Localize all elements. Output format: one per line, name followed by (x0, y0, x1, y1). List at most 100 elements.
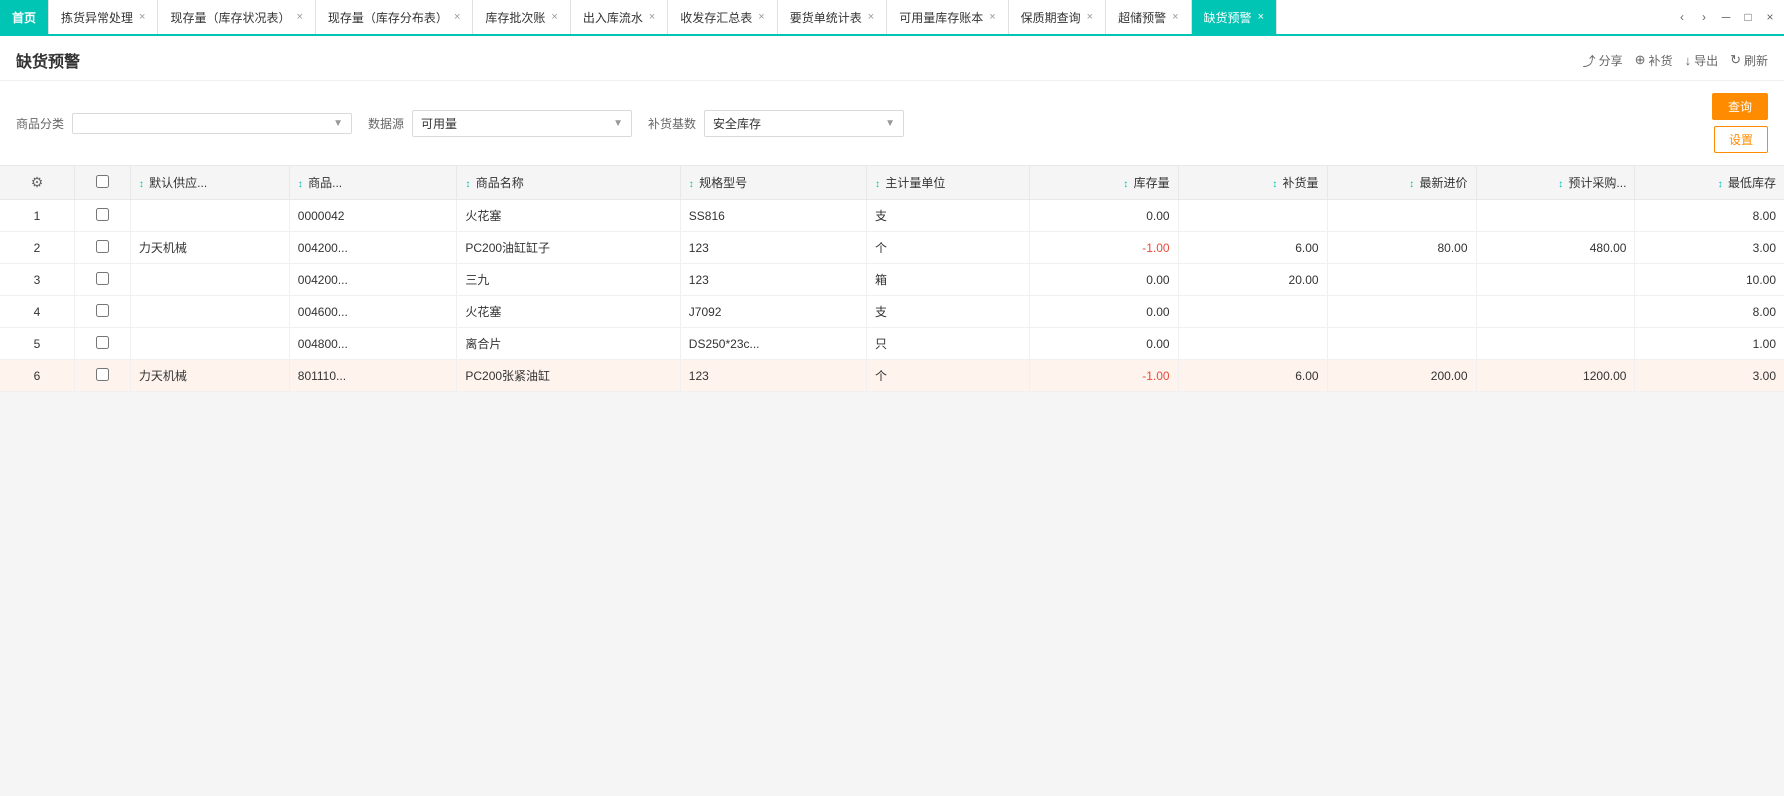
row-checkbox[interactable] (96, 304, 109, 317)
replenish-base-select[interactable]: 安全库存 ▼ (704, 110, 904, 137)
export-action[interactable]: ↓ 导出 (1685, 52, 1719, 69)
category-filter-label: 商品分类 (16, 115, 64, 132)
col-header-code[interactable]: ↕ 商品... (289, 166, 457, 200)
cell-checkbox[interactable] (74, 232, 130, 264)
col-header-latest-price[interactable]: ↕ 最新进价 (1327, 166, 1476, 200)
col-header-est-purchase[interactable]: ↕ 预计采购... (1476, 166, 1635, 200)
tab-batch-account-close[interactable]: × (551, 11, 557, 23)
cell-unit: 支 (866, 296, 1029, 328)
tab-exception-close[interactable]: × (139, 11, 145, 23)
cell-stock: 0.00 (1029, 328, 1178, 360)
tab-shortage-warn-close[interactable]: × (1258, 11, 1264, 23)
row-checkbox[interactable] (96, 208, 109, 221)
cell-code: 801110... (289, 360, 457, 392)
tab-demand-stats[interactable]: 要货单统计表 × (778, 0, 887, 34)
query-button[interactable]: 查询 (1712, 93, 1768, 120)
cell-code: 004800... (289, 328, 457, 360)
cell-spec: SS816 (680, 200, 866, 232)
tab-expiry-query[interactable]: 保质期查询 × (1009, 0, 1106, 34)
col-header-unit[interactable]: ↕ 主计量单位 (866, 166, 1029, 200)
sort-replenish-icon: ↕ (1272, 179, 1277, 190)
col-header-min-stock[interactable]: ↕ 最低库存 (1635, 166, 1784, 200)
refresh-action[interactable]: ↻ 刷新 (1730, 52, 1768, 69)
cell-name: 火花塞 (457, 200, 680, 232)
datasource-filter-label: 数据源 (368, 115, 404, 132)
tab-available-ledger-close[interactable]: × (989, 11, 995, 23)
filter-actions: 查询 设置 (1712, 93, 1768, 153)
row-checkbox[interactable] (96, 368, 109, 381)
tab-overstock-warn-close[interactable]: × (1172, 11, 1178, 23)
tab-collect-summary-close[interactable]: × (758, 11, 764, 23)
tab-stock-status[interactable]: 现存量（库存状况表） × (158, 0, 315, 34)
tab-bar: 首页 拣货异常处理 × 现存量（库存状况表） × 现存量（库存分布表） × 库存… (0, 0, 1784, 36)
refresh-icon: ↻ (1730, 52, 1741, 68)
tab-exception-label: 拣货异常处理 (61, 9, 133, 26)
cell-code: 004200... (289, 264, 457, 296)
tab-expiry-query-close[interactable]: × (1087, 11, 1093, 23)
datasource-select[interactable]: 可用量 ▼ (412, 110, 632, 137)
cell-est-purchase (1476, 296, 1635, 328)
tab-scroll-left[interactable]: ‹ (1672, 7, 1692, 27)
tab-available-ledger[interactable]: 可用量库存账本 × (887, 0, 1008, 34)
cell-checkbox[interactable] (74, 328, 130, 360)
replenish-base-select-value: 安全库存 (713, 115, 761, 132)
cell-checkbox[interactable] (74, 296, 130, 328)
cell-supplier (130, 200, 289, 232)
cell-name: 火花塞 (457, 296, 680, 328)
window-minimize-btn[interactable]: ─ (1716, 7, 1736, 27)
tab-inout-flow[interactable]: 出入库流水 × (571, 0, 668, 34)
tab-stock-dist-close[interactable]: × (454, 11, 460, 23)
col-latest-price-label: 最新进价 (1419, 176, 1467, 190)
cell-supplier: 力天机械 (130, 360, 289, 392)
cell-stock: -1.00 (1029, 232, 1178, 264)
share-action[interactable]: ⤴ 分享 (1583, 51, 1623, 70)
gear-icon[interactable]: ⚙ (31, 174, 44, 190)
window-close-btn[interactable]: × (1760, 7, 1780, 27)
cell-num: 4 (0, 296, 74, 328)
replenish-action[interactable]: ⊕ 补货 (1635, 52, 1673, 69)
datasource-dropdown-icon: ▼ (613, 118, 623, 129)
tab-stock-status-close[interactable]: × (296, 11, 302, 23)
cell-replenish (1178, 328, 1327, 360)
cell-replenish (1178, 200, 1327, 232)
cell-unit: 只 (866, 328, 1029, 360)
row-checkbox[interactable] (96, 272, 109, 285)
cell-checkbox[interactable] (74, 200, 130, 232)
tab-home[interactable]: 首页 (0, 0, 49, 34)
cell-latest-price (1327, 296, 1476, 328)
tab-batch-account[interactable]: 库存批次账 × (473, 0, 570, 34)
tab-shortage-warn[interactable]: 缺货预警 × (1192, 0, 1277, 34)
cell-supplier: 力天机械 (130, 232, 289, 264)
cell-est-purchase (1476, 200, 1635, 232)
tab-exception[interactable]: 拣货异常处理 × (49, 0, 158, 34)
tab-stock-dist[interactable]: 现存量（库存分布表） × (316, 0, 473, 34)
col-header-name[interactable]: ↕ 商品名称 (457, 166, 680, 200)
col-header-stock[interactable]: ↕ 库存量 (1029, 166, 1178, 200)
col-header-spec[interactable]: ↕ 规格型号 (680, 166, 866, 200)
cell-min-stock: 10.00 (1635, 264, 1784, 296)
replenish-base-dropdown-icon: ▼ (885, 118, 895, 129)
table-row: 3 004200... 三九 123 箱 0.00 20.00 10.00 (0, 264, 1784, 296)
cell-min-stock: 8.00 (1635, 296, 1784, 328)
tab-inout-flow-close[interactable]: × (649, 11, 655, 23)
cell-supplier (130, 328, 289, 360)
col-header-supplier[interactable]: ↕ 默认供应... (130, 166, 289, 200)
window-maximize-btn[interactable]: □ (1738, 7, 1758, 27)
cell-checkbox[interactable] (74, 360, 130, 392)
col-header-checkbox[interactable] (74, 166, 130, 200)
tab-collect-summary[interactable]: 收发存汇总表 × (668, 0, 777, 34)
tab-scroll-right[interactable]: › (1694, 7, 1714, 27)
select-all-checkbox[interactable] (96, 175, 109, 188)
col-header-replenish[interactable]: ↕ 补货量 (1178, 166, 1327, 200)
tab-demand-stats-close[interactable]: × (868, 11, 874, 23)
row-checkbox[interactable] (96, 336, 109, 349)
tab-overstock-warn[interactable]: 超储预警 × (1106, 0, 1191, 34)
row-checkbox[interactable] (96, 240, 109, 253)
settings-button[interactable]: 设置 (1714, 126, 1768, 153)
cell-checkbox[interactable] (74, 264, 130, 296)
category-select[interactable]: ▼ (72, 113, 352, 134)
tab-collect-summary-label: 收发存汇总表 (680, 9, 752, 26)
cell-stock: 0.00 (1029, 296, 1178, 328)
col-stock-label: 库存量 (1134, 176, 1170, 190)
cell-num: 2 (0, 232, 74, 264)
